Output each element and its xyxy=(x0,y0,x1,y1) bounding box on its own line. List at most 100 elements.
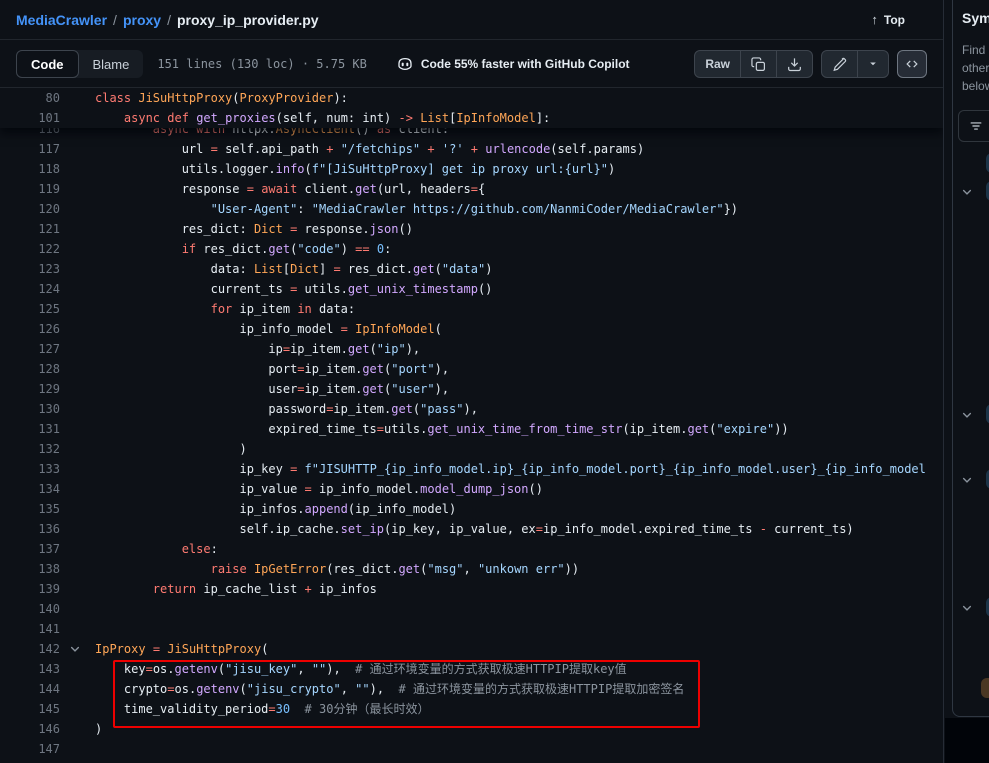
line-number[interactable]: 147 xyxy=(0,739,60,759)
line-number[interactable]: 132 xyxy=(0,439,60,459)
line-number[interactable]: 135 xyxy=(0,499,60,519)
raw-button[interactable]: Raw xyxy=(695,51,740,77)
line-number[interactable]: 146 xyxy=(0,719,60,739)
symbol-expand-chevron-icon[interactable] xyxy=(961,408,973,426)
code-line: 80class JiSuHttpProxy(ProxyProvider): xyxy=(0,88,943,108)
line-number[interactable]: 126 xyxy=(0,319,60,339)
download-button[interactable] xyxy=(776,51,812,77)
fold-chevron-icon[interactable] xyxy=(60,639,95,659)
edit-button[interactable] xyxy=(822,51,857,77)
symbols-description-line: Find definitions and references for func… xyxy=(962,41,989,59)
line-number[interactable]: 136 xyxy=(0,519,60,539)
line-number[interactable]: 144 xyxy=(0,679,60,699)
line-number[interactable]: 127 xyxy=(0,339,60,359)
code-text: IpProxy = JiSuHttpProxy( xyxy=(95,639,268,659)
line-number[interactable]: 129 xyxy=(0,379,60,399)
line-number[interactable]: 119 xyxy=(0,179,60,199)
line-number[interactable]: 120 xyxy=(0,199,60,219)
code-text: data: List[Dict] = res_dict.get("data") xyxy=(95,259,492,279)
code-brackets-icon xyxy=(905,57,919,71)
copy-button[interactable] xyxy=(740,51,776,77)
symbols-description-line: below or in the code. xyxy=(962,77,989,95)
code-line: 131 expired_time_ts=utils.get_unix_time_… xyxy=(0,419,943,439)
line-number[interactable]: 122 xyxy=(0,239,60,259)
gutter xyxy=(60,719,95,739)
line-number[interactable]: 117 xyxy=(0,139,60,159)
line-number[interactable]: 138 xyxy=(0,559,60,579)
line-number[interactable]: 80 xyxy=(0,88,60,108)
file-meta-info: 151 lines (130 loc) · 5.75 KB xyxy=(157,57,367,71)
symbol-expand-chevron-icon[interactable] xyxy=(961,473,973,491)
breadcrumb-folder-link[interactable]: proxy xyxy=(123,12,161,28)
breadcrumb-repo-link[interactable]: MediaCrawler xyxy=(16,12,107,28)
code-line: 118 utils.logger.info(f"[JiSuHttpProxy] … xyxy=(0,159,943,179)
gutter xyxy=(60,539,95,559)
code-line: 142 IpProxy = JiSuHttpProxy( xyxy=(0,639,943,659)
download-icon xyxy=(787,57,802,72)
symbol-kind-badge[interactable] xyxy=(981,678,989,698)
line-number[interactable]: 133 xyxy=(0,459,60,479)
pencil-icon xyxy=(832,57,847,72)
line-number[interactable]: 125 xyxy=(0,299,60,319)
symbols-filter-button[interactable] xyxy=(958,110,989,142)
line-number[interactable]: 131 xyxy=(0,419,60,439)
code-text: else: xyxy=(95,539,218,559)
code-line: 123 data: List[Dict] = res_dict.get("dat… xyxy=(0,259,943,279)
line-number[interactable]: 142 xyxy=(0,639,60,659)
line-number[interactable]: 118 xyxy=(0,159,60,179)
code-line: 101 async def get_proxies(self, num: int… xyxy=(0,108,943,128)
copilot-banner[interactable]: Code 55% faster with GitHub Copilot xyxy=(397,56,630,72)
gutter xyxy=(60,179,95,199)
breadcrumb-file-name: proxy_ip_provider.py xyxy=(177,12,319,28)
code-text: url = self.api_path + "/fetchips" + '?' … xyxy=(95,139,644,159)
line-number[interactable]: 143 xyxy=(0,659,60,679)
tab-blame[interactable]: Blame xyxy=(79,50,144,78)
gutter xyxy=(60,739,95,759)
code-line: 132 ) xyxy=(0,439,943,459)
back-to-top-button[interactable]: ↑ Top xyxy=(871,12,927,27)
line-number[interactable]: 137 xyxy=(0,539,60,559)
gutter xyxy=(60,599,95,619)
arrow-up-icon: ↑ xyxy=(871,12,878,27)
gutter xyxy=(60,108,95,128)
code-blame-segmented-control: Code Blame xyxy=(16,50,143,78)
gutter xyxy=(60,679,95,699)
filter-icon xyxy=(969,119,983,133)
code-text: response = await client.get(url, headers… xyxy=(95,179,485,199)
gutter xyxy=(60,199,95,219)
gutter xyxy=(60,159,95,179)
code-line: 126 ip_info_model = IpInfoModel( xyxy=(0,319,943,339)
code-line: 147 xyxy=(0,739,943,759)
symbols-toggle-button[interactable] xyxy=(897,50,927,78)
line-number[interactable]: 140 xyxy=(0,599,60,619)
back-to-top-label: Top xyxy=(884,13,905,27)
line-number[interactable]: 139 xyxy=(0,579,60,599)
line-number[interactable]: 124 xyxy=(0,279,60,299)
code-line: 130 password=ip_item.get("pass"), xyxy=(0,399,943,419)
line-number[interactable]: 141 xyxy=(0,619,60,639)
line-number[interactable]: 134 xyxy=(0,479,60,499)
code-line: 121 res_dict: Dict = response.json() xyxy=(0,219,943,239)
line-number[interactable]: 101 xyxy=(0,108,60,128)
symbols-sidebar: Symbols Find definitions and references … xyxy=(943,0,989,763)
code-line: 137 else: xyxy=(0,539,943,559)
code-text: time_validity_period=30 # 30分钟（最长时效） xyxy=(95,699,429,719)
line-number[interactable]: 121 xyxy=(0,219,60,239)
symbol-expand-chevron-icon[interactable] xyxy=(961,185,973,203)
code-line: 119 response = await client.get(url, hea… xyxy=(0,179,943,199)
code-line: 141 xyxy=(0,619,943,639)
line-number[interactable]: 130 xyxy=(0,399,60,419)
code-toolbar: Code Blame 151 lines (130 loc) · 5.75 KB… xyxy=(0,41,943,88)
code-text: crypto=os.getenv("jisu_crypto", ""), # 通… xyxy=(95,679,684,699)
symbol-expand-chevron-icon[interactable] xyxy=(961,601,973,619)
edit-dropdown-button[interactable] xyxy=(857,51,888,77)
code-text: raise IpGetError(res_dict.get("msg", "un… xyxy=(95,559,579,579)
code-line: 128 port=ip_item.get("port"), xyxy=(0,359,943,379)
code-text: current_ts = utils.get_unix_timestamp() xyxy=(95,279,492,299)
line-number[interactable]: 123 xyxy=(0,259,60,279)
tab-code[interactable]: Code xyxy=(16,50,79,78)
line-number[interactable]: 128 xyxy=(0,359,60,379)
code-text: ip_infos.append(ip_info_model) xyxy=(95,499,456,519)
line-number[interactable]: 145 xyxy=(0,699,60,719)
gutter xyxy=(60,359,95,379)
